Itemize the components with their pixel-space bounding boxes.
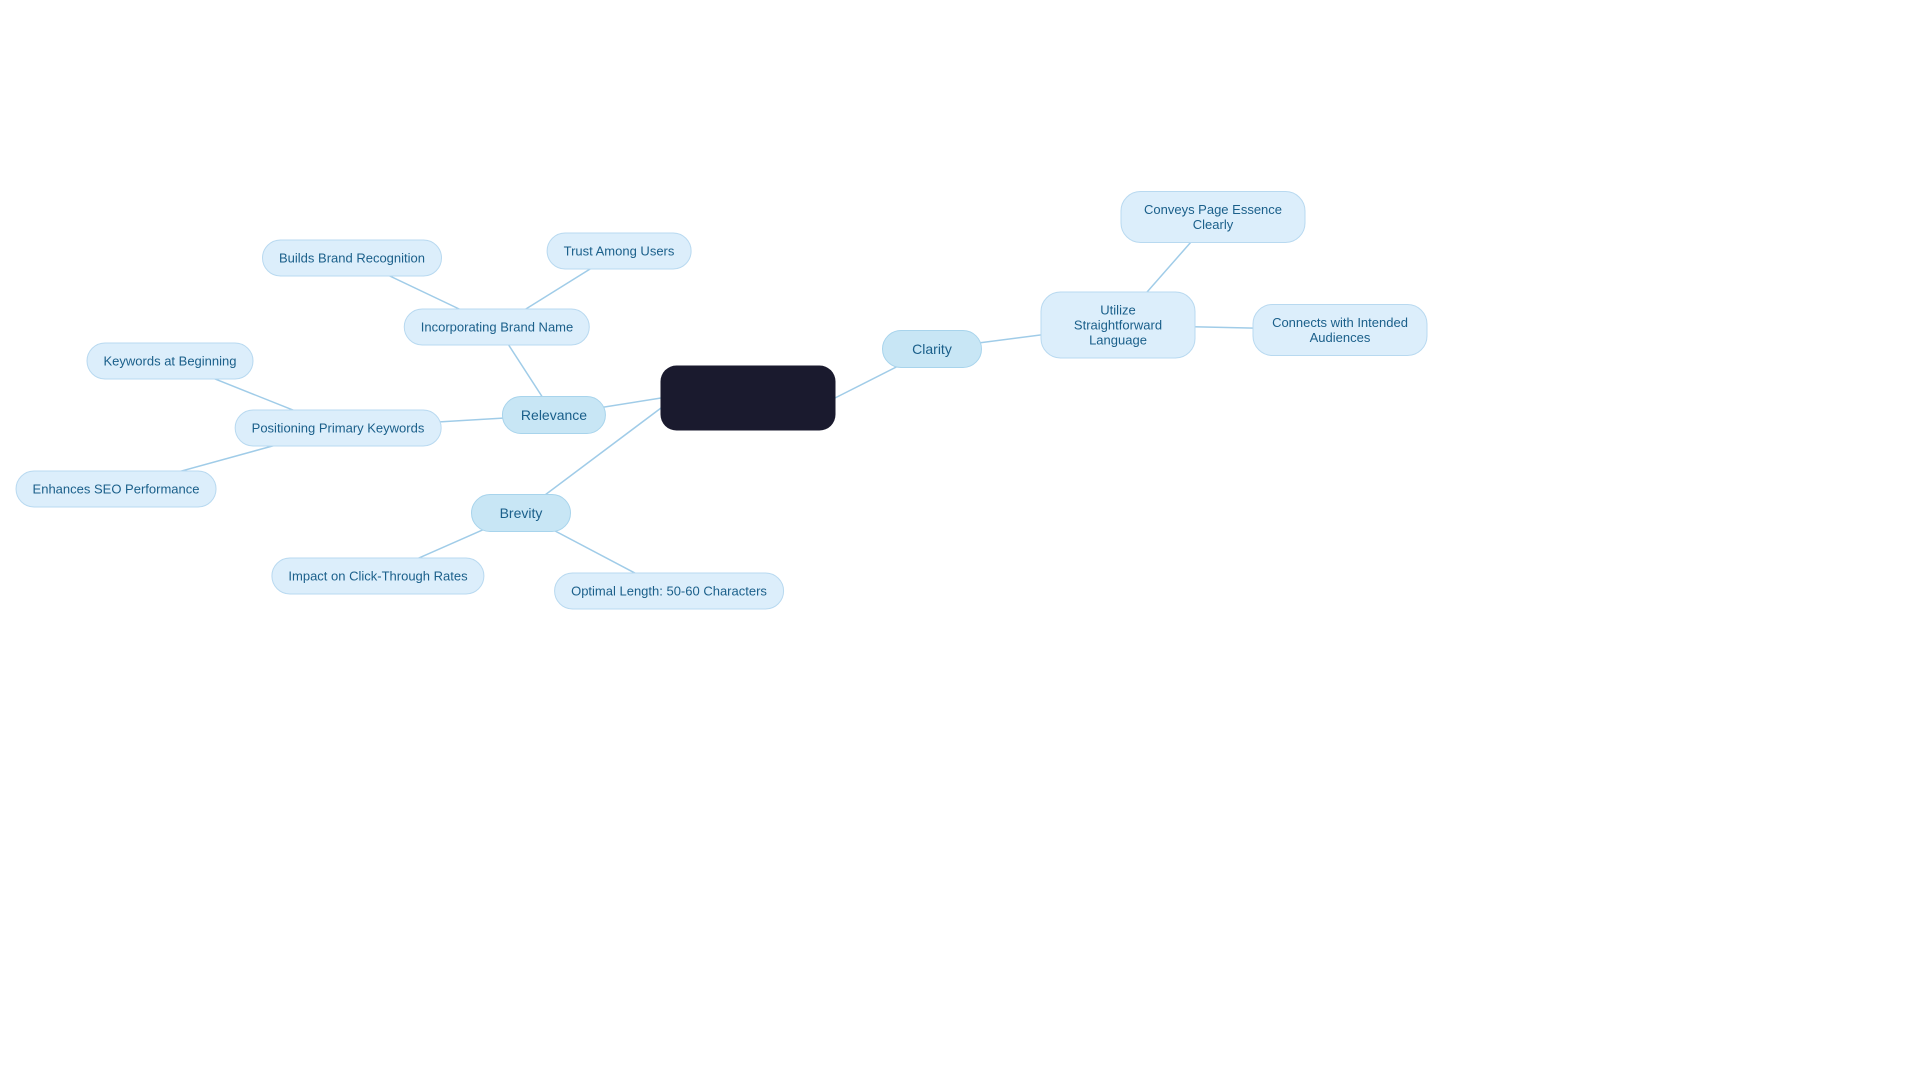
clarity-node[interactable]: Clarity (882, 330, 982, 368)
connects-intended-node[interactable]: Connects with Intended Audiences (1253, 304, 1428, 356)
positioning-primary-keywords-node[interactable]: Positioning Primary Keywords (235, 410, 442, 447)
keywords-at-beginning-node[interactable]: Keywords at Beginning (87, 343, 254, 380)
relevance-node[interactable]: Relevance (502, 396, 606, 434)
center-node[interactable] (661, 366, 836, 431)
enhances-seo-performance-node[interactable]: Enhances SEO Performance (16, 471, 217, 508)
impact-click-through-node[interactable]: Impact on Click-Through Rates (271, 558, 484, 595)
conveys-page-essence-node[interactable]: Conveys Page Essence Clearly (1121, 191, 1306, 243)
optimal-length-node[interactable]: Optimal Length: 50-60 Characters (554, 573, 784, 610)
trust-among-users-node[interactable]: Trust Among Users (547, 233, 692, 270)
incorporating-brand-name-node[interactable]: Incorporating Brand Name (404, 309, 590, 346)
builds-brand-recognition-node[interactable]: Builds Brand Recognition (262, 240, 442, 277)
utilize-straightforward-node[interactable]: Utilize Straightforward Language (1041, 292, 1196, 359)
brevity-node[interactable]: Brevity (471, 494, 571, 532)
